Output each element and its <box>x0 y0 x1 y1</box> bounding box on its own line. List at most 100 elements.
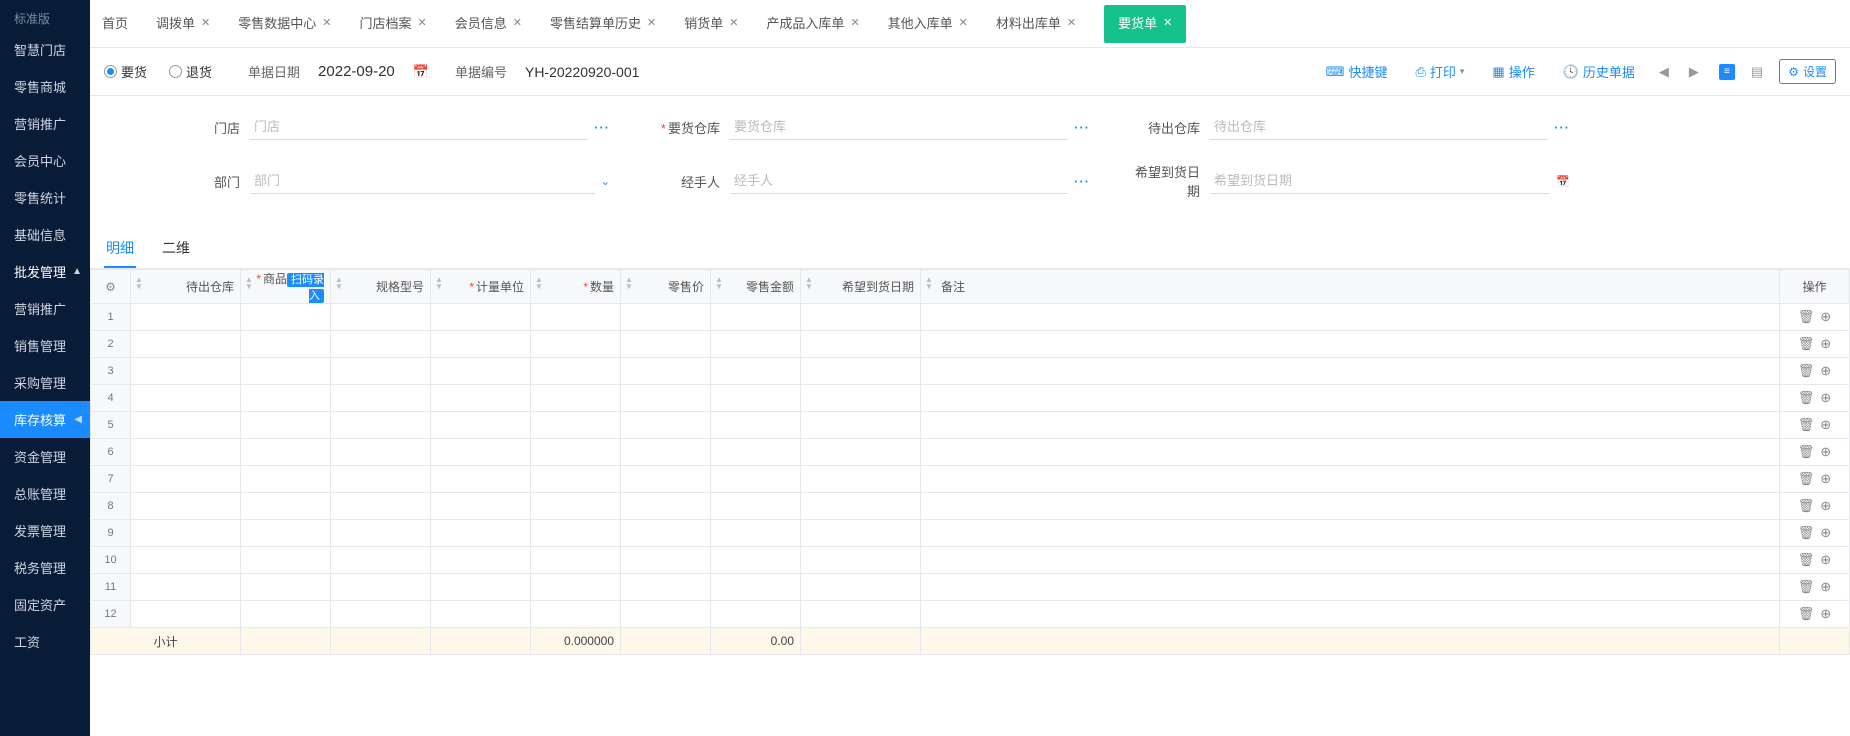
cell-price[interactable] <box>621 574 711 601</box>
cell-price[interactable] <box>621 331 711 358</box>
cell-product[interactable] <box>241 574 331 601</box>
cell-remark[interactable] <box>921 412 1780 439</box>
close-icon[interactable]: ✕ <box>1163 16 1172 29</box>
cell-product[interactable] <box>241 358 331 385</box>
table-row[interactable]: 3🗑⊕ <box>91 358 1850 385</box>
settings-button[interactable]: ⚙设置 <box>1779 59 1836 84</box>
cell-out-wh[interactable] <box>131 601 241 628</box>
cell-product[interactable] <box>241 439 331 466</box>
cell-hope-date[interactable] <box>801 304 921 331</box>
sidebar-item-fixed-asset[interactable]: 固定资产 <box>0 586 90 623</box>
cell-hope-date[interactable] <box>801 466 921 493</box>
cell-hope-date[interactable] <box>801 331 921 358</box>
cell-qty[interactable] <box>531 574 621 601</box>
cell-spec[interactable] <box>331 412 431 439</box>
cell-spec[interactable] <box>331 574 431 601</box>
tab-store-file[interactable]: 门店档案✕ <box>359 0 426 48</box>
table-row[interactable]: 12🗑⊕ <box>91 601 1850 628</box>
lookup-icon[interactable]: ··· <box>594 120 610 135</box>
cell-unit[interactable] <box>431 304 531 331</box>
tab-home[interactable]: 首页 <box>102 0 128 48</box>
delete-icon[interactable]: 🗑 <box>1798 606 1815 621</box>
tab-member-info[interactable]: 会员信息✕ <box>455 0 522 48</box>
tab-material-out[interactable]: 材料出库单✕ <box>996 0 1076 48</box>
cell-unit[interactable] <box>431 601 531 628</box>
cell-qty[interactable] <box>531 358 621 385</box>
cell-hope-date[interactable] <box>801 358 921 385</box>
delete-icon[interactable]: 🗑 <box>1798 579 1815 594</box>
subtab-2d[interactable]: 二维 <box>160 230 192 268</box>
cell-qty[interactable] <box>531 412 621 439</box>
add-icon[interactable]: ⊕ <box>1820 579 1831 594</box>
cell-out-wh[interactable] <box>131 304 241 331</box>
cell-product[interactable] <box>241 520 331 547</box>
cell-product[interactable] <box>241 493 331 520</box>
cell-unit[interactable] <box>431 574 531 601</box>
cell-out-wh[interactable] <box>131 385 241 412</box>
table-row[interactable]: 5🗑⊕ <box>91 412 1850 439</box>
cell-price[interactable] <box>621 439 711 466</box>
hope-date-input[interactable] <box>1210 168 1550 194</box>
cell-out-wh[interactable] <box>131 439 241 466</box>
col-qty[interactable]: ▲▼数量 <box>531 270 621 304</box>
col-spec[interactable]: ▲▼规格型号 <box>331 270 431 304</box>
close-icon[interactable]: ✕ <box>959 16 968 29</box>
cell-amount[interactable] <box>711 439 801 466</box>
delete-icon[interactable]: 🗑 <box>1798 552 1815 567</box>
cell-out-wh[interactable] <box>131 574 241 601</box>
col-unit[interactable]: ▲▼计量单位 <box>431 270 531 304</box>
cell-product[interactable] <box>241 466 331 493</box>
table-row[interactable]: 10🗑⊕ <box>91 547 1850 574</box>
cell-spec[interactable] <box>331 520 431 547</box>
cell-product[interactable] <box>241 331 331 358</box>
cell-out-wh[interactable] <box>131 493 241 520</box>
table-row[interactable]: 7🗑⊕ <box>91 466 1850 493</box>
cell-hope-date[interactable] <box>801 547 921 574</box>
cell-out-wh[interactable] <box>131 520 241 547</box>
cell-qty[interactable] <box>531 547 621 574</box>
cell-remark[interactable] <box>921 547 1780 574</box>
subtab-detail[interactable]: 明细 <box>104 230 136 268</box>
cell-spec[interactable] <box>331 547 431 574</box>
table-row[interactable]: 9🗑⊕ <box>91 520 1850 547</box>
radio-return[interactable]: 退货 <box>169 62 212 81</box>
delete-icon[interactable]: 🗑 <box>1798 417 1815 432</box>
cell-hope-date[interactable] <box>801 439 921 466</box>
cell-product[interactable] <box>241 304 331 331</box>
delete-icon[interactable]: 🗑 <box>1798 498 1815 513</box>
lookup-icon[interactable]: ··· <box>1554 120 1570 135</box>
cell-spec[interactable] <box>331 385 431 412</box>
close-icon[interactable]: ✕ <box>850 16 859 29</box>
cell-price[interactable] <box>621 304 711 331</box>
req-warehouse-input[interactable] <box>730 114 1068 140</box>
cell-qty[interactable] <box>531 331 621 358</box>
table-row[interactable]: 2🗑⊕ <box>91 331 1850 358</box>
sidebar-item-smart-store[interactable]: 智慧门店 <box>0 31 90 68</box>
cell-product[interactable] <box>241 601 331 628</box>
cell-unit[interactable] <box>431 358 531 385</box>
close-icon[interactable]: ✕ <box>418 16 427 29</box>
table-row[interactable]: 4🗑⊕ <box>91 385 1850 412</box>
cell-product[interactable] <box>241 547 331 574</box>
delete-icon[interactable]: 🗑 <box>1798 336 1815 351</box>
cell-qty[interactable] <box>531 439 621 466</box>
tab-settle-history[interactable]: 零售结算单历史✕ <box>550 0 656 48</box>
tab-transfer[interactable]: 调拨单✕ <box>156 0 210 48</box>
cell-price[interactable] <box>621 385 711 412</box>
col-price[interactable]: ▲▼零售价 <box>621 270 711 304</box>
cell-qty[interactable] <box>531 466 621 493</box>
add-icon[interactable]: ⊕ <box>1820 498 1831 513</box>
cell-out-wh[interactable] <box>131 547 241 574</box>
next-button[interactable]: ▶ <box>1685 64 1703 80</box>
cell-qty[interactable] <box>531 493 621 520</box>
cell-spec[interactable] <box>331 601 431 628</box>
cell-amount[interactable] <box>711 601 801 628</box>
cell-unit[interactable] <box>431 547 531 574</box>
cell-amount[interactable] <box>711 304 801 331</box>
cell-hope-date[interactable] <box>801 520 921 547</box>
cell-qty[interactable] <box>531 304 621 331</box>
cell-price[interactable] <box>621 358 711 385</box>
add-icon[interactable]: ⊕ <box>1820 552 1831 567</box>
delete-icon[interactable]: 🗑 <box>1798 309 1815 324</box>
add-icon[interactable]: ⊕ <box>1820 417 1831 432</box>
